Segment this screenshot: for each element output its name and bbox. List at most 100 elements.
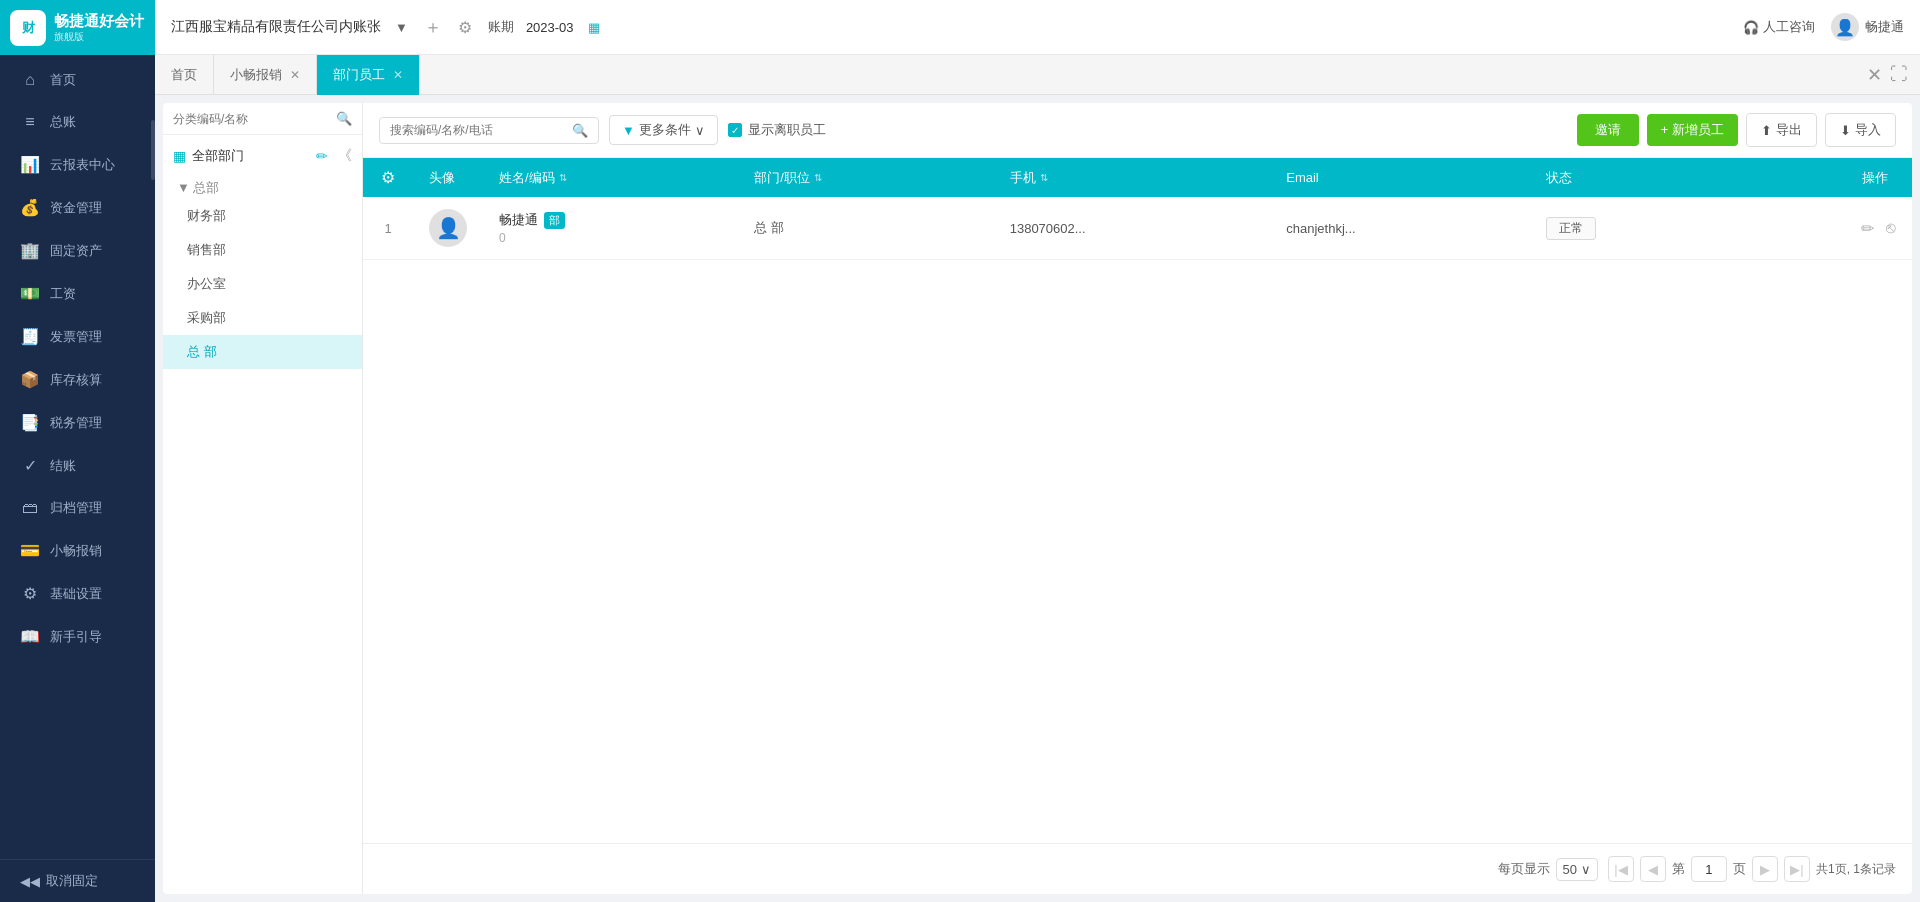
close-tab-button[interactable]: ✕ — [1867, 64, 1882, 86]
sidebar-item-inventory[interactable]: 📦 库存核算 — [0, 358, 155, 401]
import-button[interactable]: ⬇ 导入 — [1825, 113, 1896, 147]
sidebar-label: 资金管理 — [50, 199, 102, 217]
triangle-icon: ▼ — [177, 180, 190, 195]
page-number-input[interactable] — [1691, 856, 1727, 882]
col-name-header[interactable]: 姓名/编码 ⇅ — [483, 158, 738, 197]
export-icon: ⬆ — [1761, 123, 1772, 138]
calendar-icon[interactable]: ▦ — [588, 20, 600, 35]
sidebar-item-guide[interactable]: 📖 新手引导 — [0, 615, 155, 658]
dept-collapse-icon[interactable]: 《 — [338, 147, 352, 165]
dept-search-input[interactable] — [173, 112, 330, 126]
capital-icon: 💰 — [20, 198, 40, 217]
dept-item-sales[interactable]: 销售部 — [163, 233, 362, 267]
cell-phone: 138070602... — [994, 197, 1271, 260]
sidebar-item-invoice[interactable]: 🧾 发票管理 — [0, 315, 155, 358]
show-resigned-toggle[interactable]: ✓ 显示离职员工 — [728, 121, 826, 139]
employee-search-input[interactable] — [390, 123, 566, 137]
add-company-button[interactable]: ＋ — [420, 15, 446, 39]
sidebar-label: 库存核算 — [50, 371, 102, 389]
col-dept-header[interactable]: 部门/职位 ⇅ — [738, 158, 993, 197]
archive-icon: 🗃 — [20, 499, 40, 517]
sidebar-item-expense[interactable]: 💳 小畅报销 — [0, 529, 155, 572]
employee-search-icon[interactable]: 🔍 — [572, 123, 588, 138]
cell-email: chanjethkj... — [1270, 197, 1530, 260]
tab-expense[interactable]: 小畅报销 ✕ — [214, 55, 317, 95]
dept-item-office[interactable]: 办公室 — [163, 267, 362, 301]
sidebar-item-reports[interactable]: 📊 云报表中心 — [0, 143, 155, 186]
per-page-select[interactable]: 50 ∨ — [1556, 858, 1598, 881]
sidebar-item-tax[interactable]: 📑 税务管理 — [0, 401, 155, 444]
sidebar-item-capital[interactable]: 💰 资金管理 — [0, 186, 155, 229]
first-page-button[interactable]: |◀ — [1608, 856, 1634, 882]
export-button[interactable]: ⬆ 导出 — [1746, 113, 1817, 147]
pagination: 每页显示 50 ∨ |◀ ◀ 第 页 ▶ ▶| 共1页, 1条记录 — [363, 843, 1912, 894]
sidebar-label: 新手引导 — [50, 628, 102, 646]
inventory-icon: 📦 — [20, 370, 40, 389]
settings-gear-icon[interactable]: ⚙ — [458, 18, 472, 37]
dept-item-purchase[interactable]: 采购部 — [163, 301, 362, 335]
table-settings-button[interactable]: ⚙ — [381, 168, 395, 187]
page-label: 第 — [1672, 860, 1685, 878]
dept-grid-icon: ▦ — [173, 148, 186, 164]
dept-item-finance[interactable]: 财务部 — [163, 199, 362, 233]
col-phone-header[interactable]: 手机 ⇅ — [994, 158, 1271, 197]
home-icon: ⌂ — [20, 71, 40, 89]
username: 畅捷通 — [1865, 18, 1904, 36]
show-resigned-label: 显示离职员工 — [748, 121, 826, 139]
tab-employee[interactable]: 部门员工 ✕ — [317, 55, 420, 95]
unpin-label: 取消固定 — [46, 872, 98, 890]
sort-phone-icon: ⇅ — [1040, 172, 1048, 183]
sidebar-item-checkout[interactable]: ✓ 结账 — [0, 444, 155, 487]
sidebar-scrollbar[interactable] — [151, 120, 155, 180]
show-resigned-checkbox[interactable]: ✓ — [728, 123, 742, 137]
sidebar-item-wages[interactable]: 💵 工资 — [0, 272, 155, 315]
tab-home-label: 首页 — [171, 66, 197, 84]
page-nav: |◀ ◀ 第 页 ▶ ▶| 共1页, 1条记录 — [1608, 856, 1896, 882]
dept-all-header[interactable]: ▦ 全部部门 ✏ 《 — [163, 139, 362, 173]
settings-icon: ⚙ — [20, 584, 40, 603]
tab-home[interactable]: 首页 — [155, 55, 214, 95]
dept-search-bar: 🔍 — [163, 103, 362, 135]
sidebar-item-assets[interactable]: 🏢 固定资产 — [0, 229, 155, 272]
user-menu[interactable]: 👤 畅捷通 — [1831, 13, 1904, 41]
edit-employee-button[interactable]: ✏ — [1861, 219, 1874, 238]
sidebar-item-settings[interactable]: ⚙ 基础设置 — [0, 572, 155, 615]
unpin-icon: ◀◀ — [20, 874, 40, 889]
content-area: 🔍 ▦ 全部部门 ✏ 《 ▼ 总部 财务部 销售部 办公室 采购部 总 部 — [163, 103, 1912, 894]
dept-edit-icon[interactable]: ✏ — [316, 148, 328, 164]
cell-avatar: 👤 — [413, 197, 483, 260]
logout-employee-button[interactable]: ⎋ — [1886, 219, 1896, 238]
cell-no: 1 — [363, 197, 413, 260]
next-page-button[interactable]: ▶ — [1752, 856, 1778, 882]
sort-dept-icon: ⇅ — [814, 172, 822, 183]
col-email-header: Email — [1270, 158, 1530, 197]
prev-page-button[interactable]: ◀ — [1640, 856, 1666, 882]
tab-employee-close[interactable]: ✕ — [393, 68, 403, 82]
last-page-button[interactable]: ▶| — [1784, 856, 1810, 882]
avatar: 👤 — [429, 209, 467, 247]
col-action-header: 操作 — [1740, 158, 1912, 197]
sidebar-label: 固定资产 — [50, 242, 102, 260]
unpin-button[interactable]: ◀◀ 取消固定 — [0, 859, 155, 902]
dept-search-icon[interactable]: 🔍 — [336, 111, 352, 126]
employee-dept: 总 部 — [754, 220, 784, 235]
company-name: 江西服宝精品有限责任公司内账张 — [171, 18, 381, 36]
dept-badge: 部 — [544, 212, 565, 229]
sidebar-item-home[interactable]: ⌂ 首页 — [0, 59, 155, 101]
maximize-tab-button[interactable]: ⛶ — [1890, 64, 1908, 85]
checkout-icon: ✓ — [20, 456, 40, 475]
customer-service-button[interactable]: 🎧 人工咨询 — [1743, 18, 1815, 36]
service-label: 人工咨询 — [1763, 18, 1815, 36]
period-value: 2023-03 — [526, 20, 574, 35]
sidebar-item-ledger[interactable]: ≡ 总账 — [0, 101, 155, 143]
dept-item-general[interactable]: 总 部 — [163, 335, 362, 369]
add-employee-button[interactable]: + 新增员工 — [1647, 114, 1738, 146]
dept-root-label: 全部部门 — [192, 147, 244, 165]
sidebar-item-archive[interactable]: 🗃 归档管理 — [0, 487, 155, 529]
sort-name-icon: ⇅ — [559, 172, 567, 183]
invite-button[interactable]: 邀请 — [1577, 114, 1639, 146]
tab-expense-close[interactable]: ✕ — [290, 68, 300, 82]
logo-text-wrap: 畅捷通好会计 旗舰版 — [54, 12, 144, 44]
company-dropdown-icon[interactable]: ▼ — [395, 20, 408, 35]
filter-button[interactable]: ▼ 更多条件 ∨ — [609, 115, 718, 145]
